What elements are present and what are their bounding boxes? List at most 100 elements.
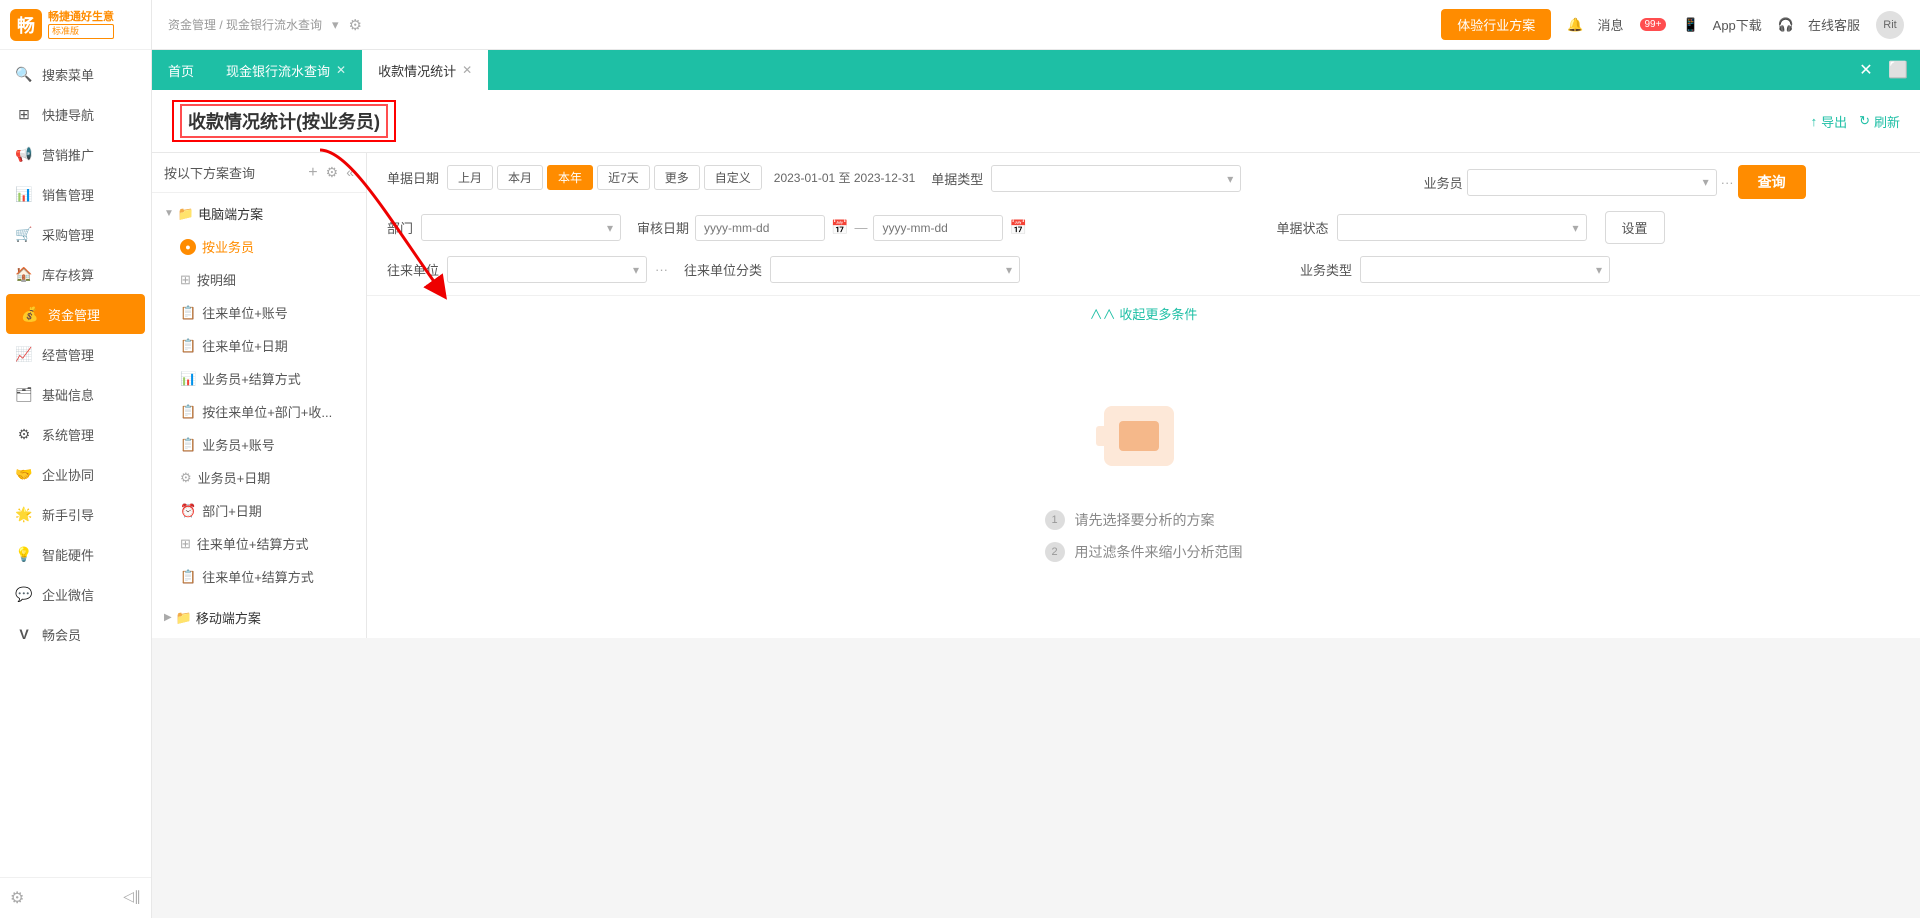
unit-label: 往来单位 xyxy=(387,260,439,279)
filter-row-3: 往来单位 ··· 往来单位分类 xyxy=(367,256,1920,295)
scheme-item-unit-settle2[interactable]: 📋 往来单位+结算方式 xyxy=(152,560,366,593)
scheme-item-by-detail[interactable]: ⊞ 按明细 xyxy=(152,263,366,296)
main-area: 资金管理 / 现金银行流水查询 ▾ ⚙ 体验行业方案 🔔 消息 99+ 📱 Ap… xyxy=(152,0,1920,918)
sidebar-item-basic[interactable]: 🗂 基础信息 xyxy=(0,374,151,414)
last7-btn[interactable]: 近7天 xyxy=(597,165,650,190)
dropdown-icon[interactable]: ▾ xyxy=(332,17,339,33)
salesman-select[interactable] xyxy=(1467,169,1717,196)
date-buttons: 上月 本月 本年 近7天 更多 自定义 xyxy=(447,165,762,190)
calendar-end-icon[interactable]: 📅 xyxy=(1009,219,1026,236)
scheme-group-desktop-title[interactable]: ▼ 📁 电脑端方案 xyxy=(152,197,366,230)
settings-button[interactable]: 设置 xyxy=(1605,211,1665,244)
scheme-group-mobile: ▶ 📁 移动端方案 xyxy=(152,597,366,638)
calendar-start-icon[interactable]: 📅 xyxy=(831,219,848,236)
tab-close-collection[interactable]: ✕ xyxy=(462,63,472,77)
headset-icon: 🎧 xyxy=(1778,17,1794,33)
this-month-btn[interactable]: 本月 xyxy=(497,165,543,190)
scheme-header-title: 按以下方案查询 xyxy=(164,163,308,182)
sidebar-item-sales[interactable]: 📊 销售管理 xyxy=(0,174,151,214)
refresh-button[interactable]: ↻ 刷新 xyxy=(1859,112,1900,131)
sidebar-item-wechat[interactable]: 💬 企业微信 xyxy=(0,574,151,614)
sidebar-item-finance[interactable]: 💰 资金管理 xyxy=(6,294,145,334)
scheme-item-by-salesman[interactable]: ● 按业务员 xyxy=(152,230,366,263)
sidebar-item-label: 新手引导 xyxy=(42,505,94,524)
custom-date-btn[interactable]: 自定义 xyxy=(704,165,762,190)
scheme-header: 按以下方案查询 + ⚙ « xyxy=(152,153,366,193)
settings-bottom-icon[interactable]: ⚙ xyxy=(10,888,24,908)
more-date-btn[interactable]: 更多 xyxy=(654,165,700,190)
scheme-item-unit-date[interactable]: 📋 往来单位+日期 xyxy=(152,329,366,362)
mobile-icon: 📱 xyxy=(1682,17,1698,33)
header-left: 资金管理 / 现金银行流水查询 ▾ ⚙ xyxy=(168,16,362,34)
sidebar: 畅 畅捷通好生意 标准版 🔍 搜索菜单 ⊞ 快捷导航 📢 营销推广 📊 销售管理… xyxy=(0,0,152,918)
prev-month-btn[interactable]: 上月 xyxy=(447,165,493,190)
scheme-icon-table4: 📋 xyxy=(180,437,196,453)
scheme-collapse-icon[interactable]: « xyxy=(346,164,354,182)
app-download-group[interactable]: 📱 App下载 xyxy=(1682,15,1761,34)
tab-close-cashflow[interactable]: ✕ xyxy=(336,63,346,77)
user-avatar[interactable]: Rit xyxy=(1876,11,1904,39)
settings-icon[interactable]: ⚙ xyxy=(349,16,362,34)
export-button[interactable]: ↑ 导出 xyxy=(1811,112,1848,131)
wechat-icon: 💬 xyxy=(14,584,34,604)
sidebar-item-marketing[interactable]: 📢 营销推广 xyxy=(0,134,151,174)
sidebar-item-enterprise[interactable]: 🤝 企业协同 xyxy=(0,454,151,494)
collapse-sidebar-icon[interactable]: ◁∥ xyxy=(123,888,141,908)
sidebar-item-purchase[interactable]: 🛒 采购管理 xyxy=(0,214,151,254)
collapse-bar[interactable]: ∧∧ 收起更多条件 xyxy=(367,295,1920,331)
scheme-item-unit-dept-collect[interactable]: 📋 按往来单位+部门+收... xyxy=(152,395,366,428)
scheme-item-unit-account[interactable]: 📋 往来单位+账号 xyxy=(152,296,366,329)
salesman-more-icon[interactable]: ··· xyxy=(1721,175,1734,190)
sidebar-item-label: 搜索菜单 xyxy=(42,65,94,84)
scheme-icon-bar: 📊 xyxy=(180,371,196,387)
scheme-item-salesman-date[interactable]: ⚙ 业务员+日期 xyxy=(152,461,366,494)
scheme-add-icon[interactable]: + xyxy=(308,164,317,182)
sidebar-item-quick[interactable]: ⊞ 快捷导航 xyxy=(0,94,151,134)
filter-section: 单据日期 上月 本月 本年 近7天 更多 自定义 2023-01-01 xyxy=(367,153,1920,331)
sidebar-item-member[interactable]: V 畅会员 xyxy=(0,614,151,654)
close-window-icon[interactable]: ✕ xyxy=(1854,58,1878,82)
notification-group[interactable]: 🔔 消息 99+ xyxy=(1567,15,1666,34)
unit-category-select[interactable] xyxy=(770,256,1020,283)
sidebar-item-label: 库存核算 xyxy=(42,265,94,284)
online-service-label: 在线客服 xyxy=(1808,15,1860,34)
doc-status-select[interactable] xyxy=(1337,214,1587,241)
biz-type-select[interactable] xyxy=(1360,256,1610,283)
filter-row-1: 单据日期 上月 本月 本年 近7天 更多 自定义 2023-01-01 xyxy=(367,153,1920,211)
scheme-item-unit-settle1[interactable]: ⊞ 往来单位+结算方式 xyxy=(152,527,366,560)
sidebar-item-system[interactable]: ⚙ 系统管理 xyxy=(0,414,151,454)
tab-home[interactable]: 首页 xyxy=(152,61,210,80)
active-scheme-icon: ● xyxy=(180,239,196,255)
folder-icon: 🗂 xyxy=(14,384,34,404)
sidebar-item-operations[interactable]: 📈 经营管理 xyxy=(0,334,151,374)
unit-more-icon[interactable]: ··· xyxy=(655,262,668,277)
this-year-btn[interactable]: 本年 xyxy=(547,165,593,190)
unit-select[interactable] xyxy=(447,256,647,283)
sidebar-item-inventory[interactable]: 🏠 库存核算 xyxy=(0,254,151,294)
scheme-group-mobile-title[interactable]: ▶ 📁 移动端方案 xyxy=(152,601,366,634)
maximize-icon[interactable]: ⬜ xyxy=(1886,58,1910,82)
scheme-settings-icon[interactable]: ⚙ xyxy=(326,164,339,182)
tab-collection[interactable]: 收款情况统计 ✕ xyxy=(362,50,488,90)
scheme-item-salesman-settle[interactable]: 📊 业务员+结算方式 xyxy=(152,362,366,395)
tab-cashflow[interactable]: 现金银行流水查询 ✕ xyxy=(210,50,362,90)
query-button[interactable]: 查询 xyxy=(1738,165,1806,199)
doc-status-label: 单据状态 xyxy=(1277,218,1329,237)
doc-type-group: 单据类型 xyxy=(931,165,1407,192)
audit-date-group: 审核日期 📅 — 📅 xyxy=(637,215,1261,241)
scheme-panel: 按以下方案查询 + ⚙ « ▼ 📁 电脑端方案 xyxy=(152,153,367,638)
empty-illustration xyxy=(1084,396,1204,486)
scheme-item-salesman-account[interactable]: 📋 业务员+账号 xyxy=(152,428,366,461)
doc-type-select[interactable] xyxy=(991,165,1241,192)
sidebar-item-guide[interactable]: 🌟 新手引导 xyxy=(0,494,151,534)
audit-date-end-input[interactable] xyxy=(873,215,1003,241)
scheme-item-dept-date[interactable]: ⏰ 部门+日期 xyxy=(152,494,366,527)
audit-date-start-input[interactable] xyxy=(695,215,825,241)
sidebar-item-label: 快捷导航 xyxy=(42,105,94,124)
sidebar-item-search[interactable]: 🔍 搜索菜单 xyxy=(0,54,151,94)
dept-select[interactable] xyxy=(421,214,621,241)
scheme-icon-table: 📋 xyxy=(180,305,196,321)
online-service-group[interactable]: 🎧 在线客服 xyxy=(1778,15,1860,34)
sidebar-item-hardware[interactable]: 💡 智能硬件 xyxy=(0,534,151,574)
trial-button[interactable]: 体验行业方案 xyxy=(1441,9,1551,40)
